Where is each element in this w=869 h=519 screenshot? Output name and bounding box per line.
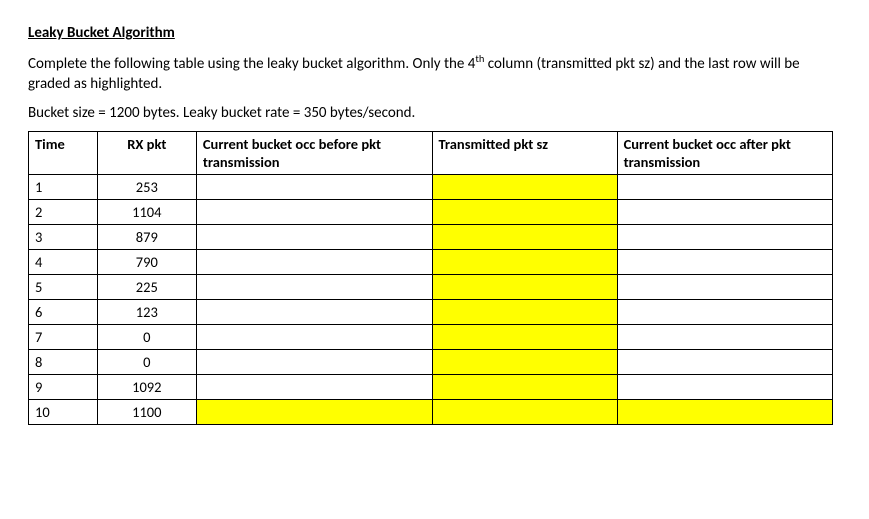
header-tx: Transmitted pkt sz <box>432 131 617 174</box>
table-row: 6123 <box>29 299 833 324</box>
parameters-line: Bucket size = 1200 bytes. Leaky bucket r… <box>28 103 841 123</box>
table-row: 21104 <box>29 199 833 224</box>
cell-after <box>617 274 832 299</box>
cell-before <box>196 274 432 299</box>
cell-rx: 0 <box>97 349 196 374</box>
cell-time: 9 <box>29 374 98 399</box>
cell-tx <box>432 199 617 224</box>
cell-time: 2 <box>29 199 98 224</box>
header-rx: RX pkt <box>97 131 196 174</box>
cell-before <box>196 224 432 249</box>
cell-time: 4 <box>29 249 98 274</box>
cell-time: 10 <box>29 399 98 424</box>
table-row: 3879 <box>29 224 833 249</box>
table-row: 80 <box>29 349 833 374</box>
table-row: 4790 <box>29 249 833 274</box>
table-header-row: Time RX pkt Current bucket occ before pk… <box>29 131 833 174</box>
cell-rx: 225 <box>97 274 196 299</box>
table-row: 70 <box>29 324 833 349</box>
cell-time: 3 <box>29 224 98 249</box>
header-after: Current bucket occ after pkt transmissio… <box>617 131 832 174</box>
header-before: Current bucket occ before pkt transmissi… <box>196 131 432 174</box>
cell-time: 5 <box>29 274 98 299</box>
cell-tx <box>432 324 617 349</box>
header-time: Time <box>29 131 98 174</box>
cell-tx <box>432 299 617 324</box>
cell-tx <box>432 349 617 374</box>
cell-after <box>617 299 832 324</box>
cell-tx <box>432 274 617 299</box>
table-row: 101100 <box>29 399 833 424</box>
table-row: 91092 <box>29 374 833 399</box>
cell-after <box>617 199 832 224</box>
cell-after <box>617 224 832 249</box>
cell-after <box>617 174 832 199</box>
intro-text-1: Complete the following table using the l… <box>28 55 475 73</box>
cell-rx: 1104 <box>97 199 196 224</box>
cell-before <box>196 349 432 374</box>
cell-before <box>196 174 432 199</box>
cell-time: 1 <box>29 174 98 199</box>
cell-after <box>617 349 832 374</box>
leaky-bucket-table: Time RX pkt Current bucket occ before pk… <box>28 131 833 425</box>
cell-tx <box>432 174 617 199</box>
cell-rx: 123 <box>97 299 196 324</box>
cell-tx <box>432 224 617 249</box>
cell-before <box>196 324 432 349</box>
cell-rx: 1100 <box>97 399 196 424</box>
cell-after <box>617 399 832 424</box>
cell-before <box>196 374 432 399</box>
page-title: Leaky Bucket Algorithm <box>28 24 841 42</box>
cell-before <box>196 199 432 224</box>
cell-rx: 879 <box>97 224 196 249</box>
cell-before <box>196 299 432 324</box>
cell-rx: 253 <box>97 174 196 199</box>
cell-time: 7 <box>29 324 98 349</box>
cell-rx: 1092 <box>97 374 196 399</box>
table-row: 1253 <box>29 174 833 199</box>
cell-before <box>196 249 432 274</box>
table-row: 5225 <box>29 274 833 299</box>
intro-paragraph: Complete the following table using the l… <box>28 52 841 95</box>
cell-tx <box>432 399 617 424</box>
cell-after <box>617 374 832 399</box>
cell-tx <box>432 374 617 399</box>
cell-time: 6 <box>29 299 98 324</box>
cell-tx <box>432 249 617 274</box>
cell-time: 8 <box>29 349 98 374</box>
cell-before <box>196 399 432 424</box>
cell-after <box>617 249 832 274</box>
cell-rx: 790 <box>97 249 196 274</box>
cell-after <box>617 324 832 349</box>
cell-rx: 0 <box>97 324 196 349</box>
